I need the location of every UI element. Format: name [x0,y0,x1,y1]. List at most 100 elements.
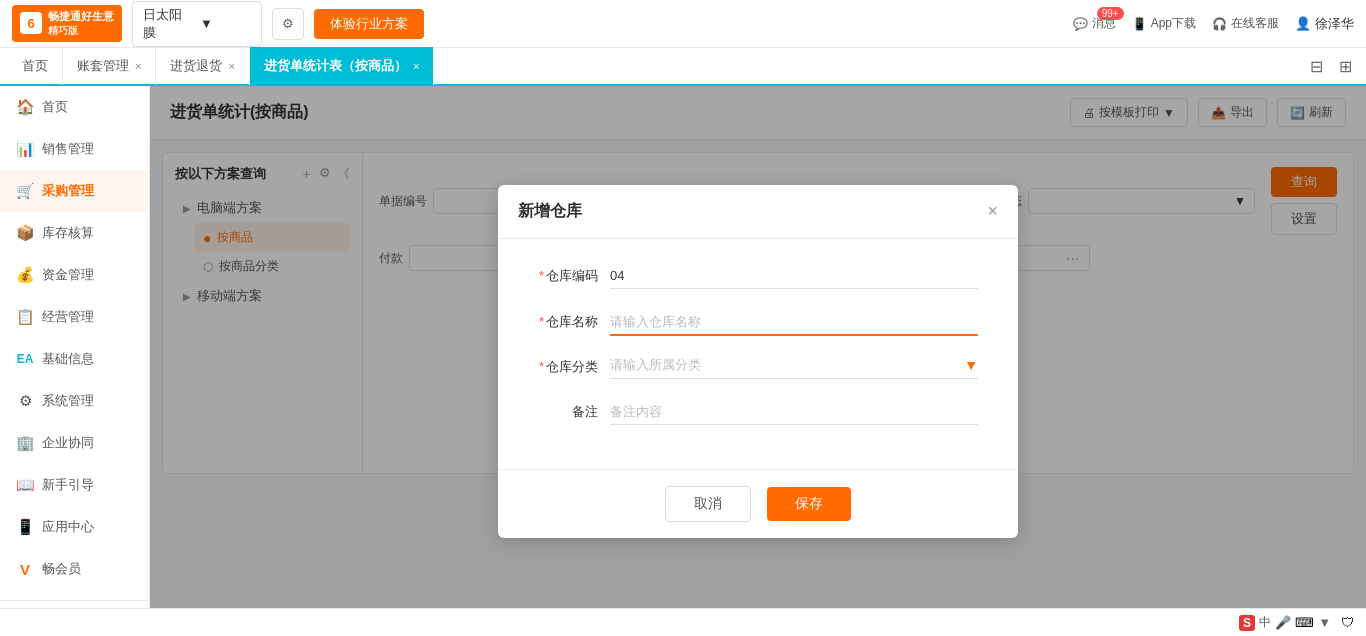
sidebar-home-label: 首页 [42,98,68,116]
sidebar-purchase-label: 采购管理 [42,182,94,200]
chinese-label: 中 [1259,614,1271,631]
tab-maximize-button[interactable]: ⊞ [1333,55,1358,78]
sidebar-sales-label: 销售管理 [42,140,94,158]
warehouse-code-row: *仓库编码 [538,263,978,289]
online-service-label: 在线客服 [1231,15,1279,32]
sidebar-item-operations[interactable]: 📋 经营管理 [0,296,149,338]
message-button[interactable]: 💬 消息 99+ [1073,15,1116,32]
tab-home[interactable]: 首页 [8,47,63,85]
tab-account-label: 账套管理 [77,57,129,75]
main-layout: 🏠 首页 📊 销售管理 🛒 采购管理 📦 库存核算 💰 资金管理 📋 经营管理 … [0,86,1366,636]
s-logo-icon: S [1239,615,1255,631]
sidebar-item-vip[interactable]: V 畅会员 [0,548,149,590]
save-button[interactable]: 保存 [767,487,851,521]
tab-account[interactable]: 账套管理 × [63,47,156,85]
purchase-icon: 🛒 [16,182,34,200]
status-bar: S 中 🎤 ⌨ ▼ 🛡 [0,608,1366,636]
sidebar-item-basic-info[interactable]: EA 基础信息 [0,338,149,380]
top-right-actions: 💬 消息 99+ 📱 App下载 🎧 在线客服 👤 徐泽华 [1073,15,1354,33]
apps-icon: 📱 [16,518,34,536]
category-label: 仓库分类 [546,359,598,374]
sidebar-inventory-label: 库存核算 [42,224,94,242]
tab-home-label: 首页 [22,57,48,75]
tab-minimize-button[interactable]: ⊟ [1304,55,1329,78]
content-area: 进货单统计(按商品) 🖨 按模板打印 ▼ 📤 导出 🔄 刷新 [150,86,1366,636]
modal-footer: 取消 保存 [498,469,1018,538]
home-icon: 🏠 [16,98,34,116]
warehouse-modal: 新增仓库 × *仓库编码 *仓库名称 [498,185,1018,538]
tab-bar: 首页 账套管理 × 进货退货 × 进货单统计表（按商品） × ⊟ ⊞ [0,48,1366,86]
sougou-input: S 中 🎤 ⌨ ▼ [1239,614,1331,631]
tab-purchase-return-label: 进货退货 [170,57,222,75]
tab-purchase-stats-close-icon[interactable]: × [413,60,419,72]
warehouse-remark-row: 备注 [538,399,978,425]
category-chevron-icon: ▼ [964,357,978,373]
name-label-wrapper: *仓库名称 [538,313,598,331]
sales-icon: 📊 [16,140,34,158]
vip-icon: V [16,561,34,578]
sidebar-item-apps[interactable]: 📱 应用中心 [0,506,149,548]
code-label: 仓库编码 [546,268,598,283]
remark-label: 备注 [538,403,598,421]
gear-icon: ⚙ [282,16,294,31]
tab-purchase-stats[interactable]: 进货单统计表（按商品） × [250,47,434,85]
mic-icon[interactable]: 🎤 [1275,615,1291,630]
store-selector[interactable]: 日太阳膜 ▼ [132,1,262,47]
modal-close-icon[interactable]: × [987,202,998,220]
message-icon: 💬 [1073,17,1088,31]
sidebar-item-sales[interactable]: 📊 销售管理 [0,128,149,170]
category-label-wrapper: *仓库分类 [538,358,598,376]
sidebar-item-guide[interactable]: 📖 新手引导 [0,464,149,506]
sidebar-apps-label: 应用中心 [42,518,94,536]
tab-account-close-icon[interactable]: × [135,60,141,72]
sidebar-item-finance[interactable]: 💰 资金管理 [0,254,149,296]
basic-info-icon: EA [16,352,34,366]
user-menu[interactable]: 👤 徐泽华 [1295,15,1354,33]
lang-chevron-icon[interactable]: ▼ [1318,615,1331,630]
sidebar-finance-label: 资金管理 [42,266,94,284]
name-label: 仓库名称 [546,314,598,329]
shield-icon: 🛡 [1341,615,1354,630]
sidebar-item-system[interactable]: ⚙ 系统管理 [0,380,149,422]
tab-purchase-return[interactable]: 进货退货 × [156,47,249,85]
modal-overlay[interactable]: 新增仓库 × *仓库编码 *仓库名称 [150,86,1366,636]
tab-bar-right-actions: ⊟ ⊞ [1304,55,1366,78]
sidebar-basic-info-label: 基础信息 [42,350,94,368]
operations-icon: 📋 [16,308,34,326]
warehouse-category-select[interactable]: 请输入所属分类 ▼ [610,356,978,379]
modal-header: 新增仓库 × [498,185,1018,239]
app-download-button[interactable]: 📱 App下载 [1132,15,1196,32]
warehouse-name-input[interactable] [610,309,978,336]
sidebar-enterprise-label: 企业协同 [42,434,94,452]
warehouse-category-row: *仓库分类 请输入所属分类 ▼ [538,356,978,379]
tab-purchase-return-close-icon[interactable]: × [228,60,234,72]
modal-body: *仓库编码 *仓库名称 *仓库分类 [498,239,1018,469]
sidebar-vip-label: 畅会员 [42,560,81,578]
message-badge: 99+ [1097,7,1124,20]
user-icon: 👤 [1295,16,1311,31]
store-name: 日太阳膜 [143,6,194,42]
app-icon: 📱 [1132,17,1147,31]
warehouse-name-row: *仓库名称 [538,309,978,336]
online-service-button[interactable]: 🎧 在线客服 [1212,15,1279,32]
system-icon: ⚙ [16,392,34,410]
sidebar-operations-label: 经营管理 [42,308,94,326]
finance-icon: 💰 [16,266,34,284]
headset-icon: 🎧 [1212,17,1227,31]
warehouse-code-input[interactable] [610,263,978,289]
logo-sub: 精巧版 [48,24,114,38]
sidebar: 🏠 首页 📊 销售管理 🛒 采购管理 📦 库存核算 💰 资金管理 📋 经营管理 … [0,86,150,636]
warehouse-remark-input[interactable] [610,399,978,425]
chevron-down-icon: ▼ [200,16,251,31]
logo-title: 畅捷通好生意 [48,9,114,23]
sidebar-item-purchase[interactable]: 🛒 采购管理 [0,170,149,212]
settings-button[interactable]: ⚙ [272,8,304,40]
experience-button[interactable]: 体验行业方案 [314,9,424,39]
cancel-button[interactable]: 取消 [665,486,751,522]
sidebar-item-enterprise[interactable]: 🏢 企业协同 [0,422,149,464]
sidebar-item-home[interactable]: 🏠 首页 [0,86,149,128]
sidebar-item-inventory[interactable]: 📦 库存核算 [0,212,149,254]
keyboard-icon[interactable]: ⌨ [1295,615,1314,630]
app-download-label: App下载 [1151,15,1196,32]
modal-title: 新增仓库 [518,201,582,222]
